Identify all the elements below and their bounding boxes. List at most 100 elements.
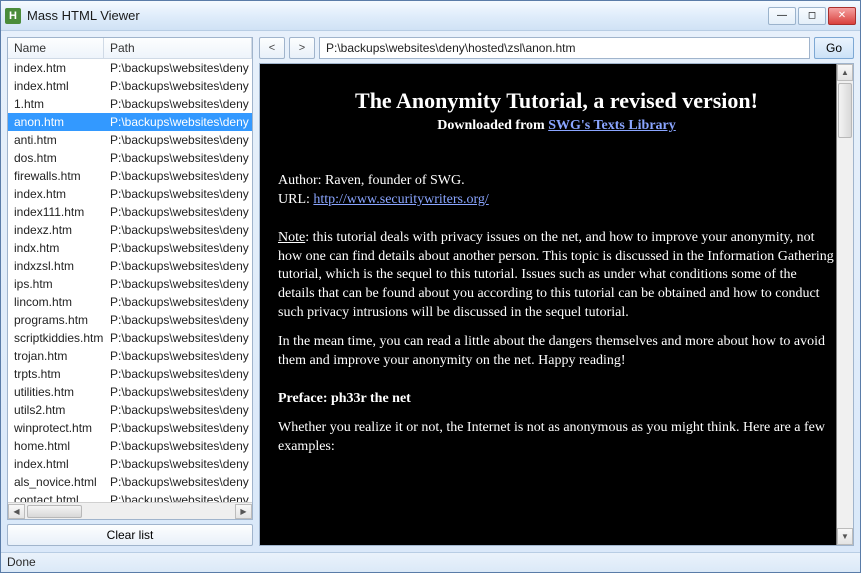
left-pane: Name Path index.htmP:\backups\websites\d… xyxy=(7,37,253,546)
author-line: Author: Raven, founder of SWG. xyxy=(278,172,835,191)
file-row[interactable]: anon.htmP:\backups\websites\deny xyxy=(8,113,252,131)
right-pane: < > Go The Anonymity Tutorial, a revised… xyxy=(259,37,854,546)
address-input[interactable] xyxy=(319,37,810,59)
column-name[interactable]: Name xyxy=(8,38,104,58)
file-row[interactable]: anti.htmP:\backups\websites\deny xyxy=(8,131,252,149)
file-name: index111.htm xyxy=(8,205,104,219)
file-row[interactable]: lincom.htmP:\backups\websites\deny xyxy=(8,293,252,311)
file-row[interactable]: index.htmP:\backups\websites\deny xyxy=(8,59,252,77)
scroll-thumb[interactable] xyxy=(27,505,82,518)
subtitle-link[interactable]: SWG's Texts Library xyxy=(548,118,676,133)
scroll-up-icon[interactable]: ▲ xyxy=(837,64,853,81)
file-list: Name Path index.htmP:\backups\websites\d… xyxy=(7,37,253,520)
note-paragraph: Note: this tutorial deals with privacy i… xyxy=(278,229,835,323)
file-list-header[interactable]: Name Path xyxy=(8,38,252,59)
html-viewer[interactable]: The Anonymity Tutorial, a revised versio… xyxy=(259,63,854,546)
file-path: P:\backups\websites\deny xyxy=(104,169,252,183)
file-path: P:\backups\websites\deny xyxy=(104,493,252,502)
file-path: P:\backups\websites\deny xyxy=(104,403,252,417)
close-button[interactable]: ✕ xyxy=(828,7,856,25)
file-row[interactable]: als_novice.htmlP:\backups\websites\deny xyxy=(8,473,252,491)
note-label: Note xyxy=(278,230,305,245)
file-name: 1.htm xyxy=(8,97,104,111)
preface-paragraph: Whether you realize it or not, the Inter… xyxy=(278,419,835,457)
scroll-down-icon[interactable]: ▼ xyxy=(837,528,853,545)
scroll-track[interactable] xyxy=(25,504,235,519)
url-link[interactable]: http://www.securitywriters.org/ xyxy=(313,192,488,207)
file-row[interactable]: indx.htmP:\backups\websites\deny xyxy=(8,239,252,257)
file-row[interactable]: contact.htmlP:\backups\websites\deny xyxy=(8,491,252,502)
file-path: P:\backups\websites\deny xyxy=(104,457,252,471)
scroll-right-icon[interactable]: ▶ xyxy=(235,504,252,519)
file-row[interactable]: winprotect.htmP:\backups\websites\deny xyxy=(8,419,252,437)
file-row[interactable]: index.htmP:\backups\websites\deny xyxy=(8,185,252,203)
file-list-body[interactable]: index.htmP:\backups\websites\denyindex.h… xyxy=(8,59,252,502)
file-name: firewalls.htm xyxy=(8,169,104,183)
file-row[interactable]: programs.htmP:\backups\websites\deny xyxy=(8,311,252,329)
file-path: P:\backups\websites\deny xyxy=(104,349,252,363)
file-path: P:\backups\websites\deny xyxy=(104,79,252,93)
file-name: contact.html xyxy=(8,493,104,502)
minimize-button[interactable]: — xyxy=(768,7,796,25)
file-row[interactable]: indexz.htmP:\backups\websites\deny xyxy=(8,221,252,239)
file-row[interactable]: utils2.htmP:\backups\websites\deny xyxy=(8,401,252,419)
file-row[interactable]: scriptkiddies.htmP:\backups\websites\den… xyxy=(8,329,252,347)
meantime-paragraph: In the mean time, you can read a little … xyxy=(278,333,835,371)
file-row[interactable]: trpts.htmP:\backups\websites\deny xyxy=(8,365,252,383)
file-path: P:\backups\websites\deny xyxy=(104,295,252,309)
maximize-button[interactable]: ◻ xyxy=(798,7,826,25)
viewer-vertical-scrollbar[interactable]: ▲ ▼ xyxy=(836,64,853,545)
file-name: dos.htm xyxy=(8,151,104,165)
file-name: als_novice.html xyxy=(8,475,104,489)
file-name: anti.htm xyxy=(8,133,104,147)
go-button[interactable]: Go xyxy=(814,37,854,59)
file-name: indxzsl.htm xyxy=(8,259,104,273)
app-window: H Mass HTML Viewer — ◻ ✕ Name Path index… xyxy=(0,0,861,573)
file-name: indx.htm xyxy=(8,241,104,255)
file-row[interactable]: firewalls.htmP:\backups\websites\deny xyxy=(8,167,252,185)
file-name: trojan.htm xyxy=(8,349,104,363)
file-path: P:\backups\websites\deny xyxy=(104,151,252,165)
file-row[interactable]: index.htmlP:\backups\websites\deny xyxy=(8,455,252,473)
file-name: index.html xyxy=(8,79,104,93)
file-path: P:\backups\websites\deny xyxy=(104,133,252,147)
file-path: P:\backups\websites\deny xyxy=(104,97,252,111)
forward-button[interactable]: > xyxy=(289,37,315,59)
file-path: P:\backups\websites\deny xyxy=(104,61,252,75)
file-path: P:\backups\websites\deny xyxy=(104,115,252,129)
nav-bar: < > Go xyxy=(259,37,854,59)
file-row[interactable]: index.htmlP:\backups\websites\deny xyxy=(8,77,252,95)
file-name: utilities.htm xyxy=(8,385,104,399)
file-name: programs.htm xyxy=(8,313,104,327)
file-name: ips.htm xyxy=(8,277,104,291)
page-title: The Anonymity Tutorial, a revised versio… xyxy=(278,88,835,114)
file-row[interactable]: home.htmlP:\backups\websites\deny xyxy=(8,437,252,455)
horizontal-scrollbar[interactable]: ◀ ▶ xyxy=(8,502,252,519)
file-name: indexz.htm xyxy=(8,223,104,237)
file-path: P:\backups\websites\deny xyxy=(104,367,252,381)
scroll-track[interactable] xyxy=(837,81,853,528)
file-name: index.htm xyxy=(8,61,104,75)
file-row[interactable]: dos.htmP:\backups\websites\deny xyxy=(8,149,252,167)
file-path: P:\backups\websites\deny xyxy=(104,259,252,273)
file-row[interactable]: indxzsl.htmP:\backups\websites\deny xyxy=(8,257,252,275)
file-path: P:\backups\websites\deny xyxy=(104,187,252,201)
file-path: P:\backups\websites\deny xyxy=(104,385,252,399)
file-row[interactable]: utilities.htmP:\backups\websites\deny xyxy=(8,383,252,401)
file-path: P:\backups\websites\deny xyxy=(104,205,252,219)
scroll-thumb[interactable] xyxy=(838,83,852,138)
clear-list-button[interactable]: Clear list xyxy=(7,524,253,546)
preface-heading: Preface: ph33r the net xyxy=(278,390,835,409)
file-name: index.htm xyxy=(8,187,104,201)
file-row[interactable]: index111.htmP:\backups\websites\deny xyxy=(8,203,252,221)
file-name: utils2.htm xyxy=(8,403,104,417)
titlebar[interactable]: H Mass HTML Viewer — ◻ ✕ xyxy=(1,1,860,31)
scroll-left-icon[interactable]: ◀ xyxy=(8,504,25,519)
app-icon: H xyxy=(5,8,21,24)
file-row[interactable]: trojan.htmP:\backups\websites\deny xyxy=(8,347,252,365)
back-button[interactable]: < xyxy=(259,37,285,59)
file-path: P:\backups\websites\deny xyxy=(104,241,252,255)
file-row[interactable]: 1.htmP:\backups\websites\deny xyxy=(8,95,252,113)
file-row[interactable]: ips.htmP:\backups\websites\deny xyxy=(8,275,252,293)
column-path[interactable]: Path xyxy=(104,38,252,58)
